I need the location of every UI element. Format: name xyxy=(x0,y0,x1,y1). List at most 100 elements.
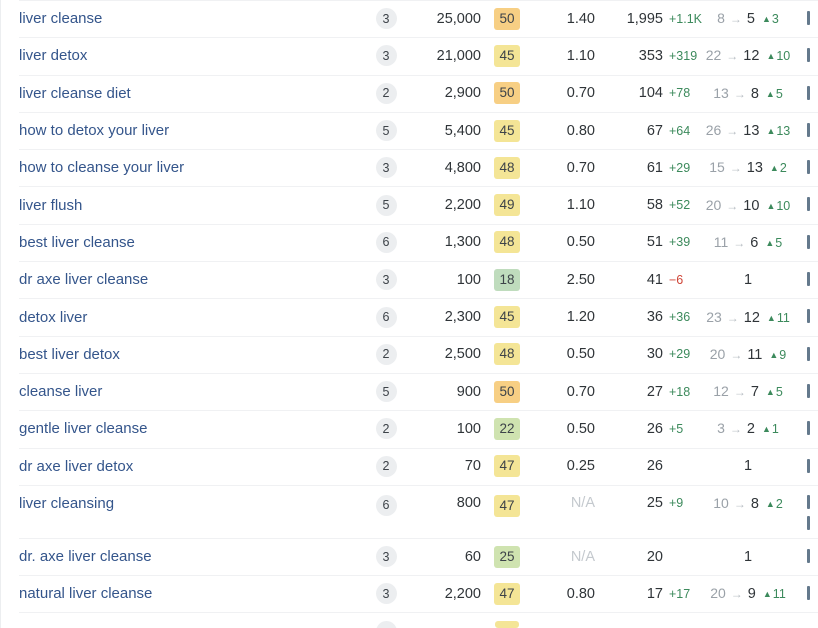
serp-feature-icon[interactable] xyxy=(807,272,810,287)
row-separator xyxy=(19,74,818,76)
keyword-link[interactable]: natural liver cleanse xyxy=(1,585,369,602)
position-delta: ▲2 xyxy=(766,497,783,511)
keyword-link[interactable]: how to detox your liver xyxy=(1,122,369,139)
serp-features-badge[interactable]: 3 xyxy=(375,269,397,291)
serp-features-cell: 3 xyxy=(369,583,403,605)
keyword-link[interactable]: cleanse liver xyxy=(1,383,369,400)
position-delta: ▲11 xyxy=(767,311,790,325)
serp-features-badge[interactable]: 3 xyxy=(375,546,397,567)
search-volume-value: 4,800 xyxy=(444,159,481,176)
keyword-link[interactable]: liver cleansing xyxy=(1,485,369,512)
table-row[interactable] xyxy=(1,612,818,628)
keyword-difficulty-badge: 47 xyxy=(494,582,520,605)
cpc-value: 0.25 xyxy=(566,458,595,475)
keyword-difficulty-badge: 50 xyxy=(494,380,520,403)
table-row[interactable]: liver cleansing 6 800 47 N/A 25 +9 10 → 8 ▲2 xyxy=(1,484,818,538)
serp-features-badge[interactable]: 2 xyxy=(375,455,397,477)
keyword-difficulty-badge: 48 xyxy=(494,343,520,366)
keyword-link[interactable]: liver flush xyxy=(1,197,369,214)
serp-feature-icon[interactable] xyxy=(807,458,810,473)
row-separator xyxy=(19,261,818,263)
serp-features-badge[interactable]: 6 xyxy=(375,494,397,516)
serp-features-badge[interactable]: 3 xyxy=(375,45,397,67)
table-row[interactable]: liver cleanse 3 25,000 50 1.40 1,995 +1.1K 8 → 5 ▲… xyxy=(1,0,818,38)
serp-feature-icon[interactable] xyxy=(807,494,810,509)
serp-features-badge[interactable]: 6 xyxy=(375,231,397,253)
search-volume-value: 5,400 xyxy=(444,122,481,139)
serp-features-badge[interactable]: 3 xyxy=(375,157,397,179)
serp-feature-icon[interactable] xyxy=(807,48,810,63)
serp-feature-icon[interactable] xyxy=(807,11,810,25)
serp-features-badge[interactable]: 3 xyxy=(375,583,397,605)
row-separator xyxy=(19,223,818,225)
keyword-link[interactable]: gentle liver cleanse xyxy=(1,420,369,437)
position-previous: 10 xyxy=(713,494,729,511)
serp-feature-icon[interactable] xyxy=(807,234,810,249)
serp-feature-icon[interactable] xyxy=(807,160,810,175)
keyword-link[interactable]: best liver detox xyxy=(1,346,369,363)
serp-feature-icon[interactable] xyxy=(807,309,810,324)
table-row[interactable]: gentle liver cleanse 2 100 22 0.50 26 +5 3 → 2 ▲1 xyxy=(1,410,818,448)
triangle-up-icon: ▲ xyxy=(765,498,775,509)
serp-features-badge[interactable]: 2 xyxy=(375,418,397,440)
keyword-link[interactable]: best liver cleanse xyxy=(1,234,369,251)
serp-feature-icon[interactable] xyxy=(807,197,810,212)
serp-feature-icon[interactable] xyxy=(807,122,810,137)
keyword-link[interactable]: liver cleanse xyxy=(1,10,369,27)
serp-feature-icon[interactable] xyxy=(807,586,810,601)
triangle-up-icon: ▲ xyxy=(766,200,776,211)
serp-features-badge[interactable]: 5 xyxy=(375,381,397,403)
traffic-value: 30 xyxy=(646,346,663,363)
table-row[interactable]: liver flush 5 2,200 49 1.10 58 +52 20 → 10 ▲10 xyxy=(1,186,818,224)
traffic-change: +9 xyxy=(669,495,684,510)
traffic-value: 58 xyxy=(646,197,663,214)
keyword-difficulty-badge: 47 xyxy=(494,494,520,517)
position-current: 13 xyxy=(743,123,760,140)
serp-features-badge[interactable]: 5 xyxy=(375,194,397,216)
keyword-link[interactable]: dr. axe liver cleanse xyxy=(1,548,369,565)
triangle-up-icon: ▲ xyxy=(762,589,772,600)
table-row[interactable]: cleanse liver 5 900 50 0.70 27 +18 12 → 7 ▲5 xyxy=(1,372,818,411)
position-change-cell: 15 → 13 ▲2 xyxy=(703,159,793,176)
table-row[interactable]: dr axe liver cleanse 3 100 18 2.50 41 −6 1 xyxy=(1,261,818,299)
keyword-link[interactable]: detox liver xyxy=(1,309,369,326)
traffic-change: +1.1K xyxy=(669,11,703,26)
keyword-link[interactable]: liver detox xyxy=(1,47,369,64)
table-row[interactable]: best liver detox 2 2,500 48 0.50 30 +29 20 → 11 ▲9 xyxy=(1,335,818,373)
keyword-link[interactable]: liver cleanse diet xyxy=(1,85,369,102)
table-row[interactable]: best liver cleanse 6 1,300 48 0.50 51 +39 11 → 6 ▲… xyxy=(1,223,818,262)
keyword-link[interactable]: dr axe liver cleanse xyxy=(1,271,369,288)
table-row[interactable]: how to cleanse your liver 3 4,800 48 0.70 61 +… xyxy=(1,149,818,187)
position-previous: 13 xyxy=(713,84,729,101)
position-current: 12 xyxy=(743,48,760,65)
table-row[interactable]: dr. axe liver cleanse 3 60 25 N/A 20 1 xyxy=(1,537,818,576)
serp-features-badge[interactable]: 2 xyxy=(375,343,397,365)
serp-features-badge[interactable]: 3 xyxy=(375,8,397,30)
table-row[interactable]: detox liver 6 2,300 45 1.20 36 +36 23 → 12 ▲11 xyxy=(1,298,818,336)
position-delta-value: 10 xyxy=(776,198,791,213)
serp-features-badge[interactable] xyxy=(375,621,397,628)
table-row[interactable]: natural liver cleanse 3 2,200 47 0.80 17 +17 20… xyxy=(1,575,818,613)
serp-feature-icon[interactable] xyxy=(807,421,810,436)
keyword-link[interactable]: dr axe liver detox xyxy=(1,458,369,475)
serp-features-badge[interactable]: 2 xyxy=(375,82,397,104)
triangle-up-icon: ▲ xyxy=(762,14,771,25)
table-row[interactable]: liver detox 3 21,000 45 1.10 353 +319 22 → 12 ▲10 xyxy=(1,37,818,75)
position-current: 8 xyxy=(750,495,759,512)
position-delta: ▲13 xyxy=(766,124,790,138)
traffic-cell: 51 +39 xyxy=(595,234,703,250)
serp-feature-icon[interactable] xyxy=(807,548,810,563)
serp-feature-icon[interactable] xyxy=(807,383,810,398)
position-change-cell: 13 → 8 ▲5 xyxy=(703,85,793,102)
serp-feature-icon[interactable] xyxy=(807,85,810,100)
serp-feature-icon[interactable] xyxy=(807,515,810,530)
keyword-link[interactable]: how to cleanse your liver xyxy=(1,159,369,176)
position-change-cell: 20 → 10 ▲10 xyxy=(703,197,793,214)
table-row[interactable]: how to detox your liver 5 5,400 45 0.80 67 +64… xyxy=(1,111,818,150)
serp-features-badge[interactable]: 5 xyxy=(375,120,397,142)
traffic-cell: 26 +5 xyxy=(595,421,703,437)
table-row[interactable]: dr axe liver detox 2 70 47 0.25 26 1 xyxy=(1,447,818,485)
serp-feature-icon[interactable] xyxy=(807,346,810,361)
table-row[interactable]: liver cleanse diet 2 2,900 50 0.70 104 +78 13 → 8… xyxy=(1,74,818,112)
serp-features-badge[interactable]: 6 xyxy=(375,306,397,328)
